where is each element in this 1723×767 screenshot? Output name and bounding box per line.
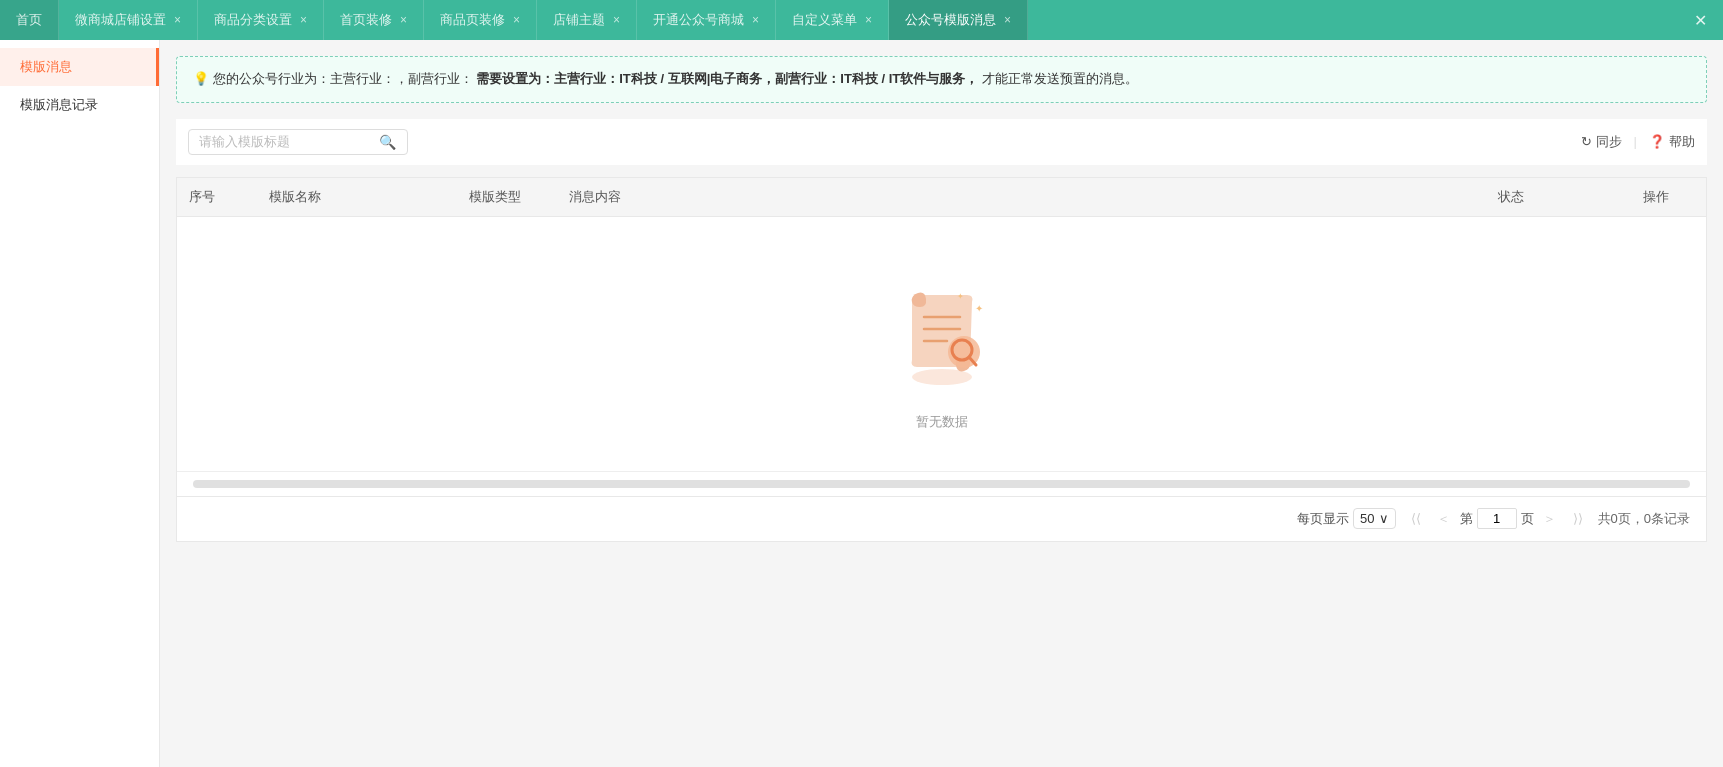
tab-custom-menu[interactable]: 自定义菜单 × [776,0,889,40]
per-page-label: 每页显示 [1297,510,1349,528]
main-layout: 模版消息 模版消息记录 💡 您的公众号行业为：主营行业：，副营行业： 需要设置为… [0,40,1723,767]
total-info: 共0页，0条记录 [1598,510,1690,528]
empty-text: 暂无数据 [916,413,968,431]
th-content: 消息内容 [557,178,1486,216]
toolbar-divider: | [1634,134,1637,149]
help-button[interactable]: ❓ 帮助 [1649,133,1695,151]
content-area: 💡 您的公众号行业为：主营行业：，副营行业： 需要设置为：主营行业：IT科技 /… [160,40,1723,767]
th-seq: 序号 [177,178,257,216]
tab-template-msg[interactable]: 公众号模版消息 × [889,0,1028,40]
search-bar: 🔍 ↻ 同步 | ❓ 帮助 [176,119,1707,165]
close-home-decor-icon[interactable]: × [400,14,407,26]
toolbar-right: ↻ 同步 | ❓ 帮助 [1581,133,1695,151]
per-page-select: 每页显示 50 ∨ [1297,508,1395,529]
tab-bar: 首页 微商城店铺设置 × 商品分类设置 × 首页装修 × 商品页装修 × 店铺主… [0,0,1723,40]
h-scrollbar[interactable] [193,480,1690,488]
tab-home[interactable]: 首页 [0,0,59,40]
last-page-button[interactable]: ⟩⟩ [1566,507,1590,531]
sidebar-item-template-log[interactable]: 模版消息记录 [0,86,159,124]
scroll-bar-area [177,471,1706,496]
page-nav: ⟨⟨ ＜ 第 页 ＞ ⟩⟩ [1404,507,1590,531]
tab-open-mall-label: 开通公众号商城 [653,11,744,29]
close-custom-menu-icon[interactable]: × [865,14,872,26]
notice-icon: 💡 [193,71,209,86]
per-page-dropdown[interactable]: 50 ∨ [1353,508,1395,529]
table-header: 序号 模版名称 模版类型 消息内容 状态 操作 [177,178,1706,217]
tab-product-page[interactable]: 商品页装修 × [424,0,537,40]
svg-point-0 [912,369,972,385]
tab-bar-close-button[interactable]: ✕ [1678,11,1723,30]
notice-box: 💡 您的公众号行业为：主营行业：，副营行业： 需要设置为：主营行业：IT科技 /… [176,56,1707,103]
tab-template-msg-label: 公众号模版消息 [905,11,996,29]
page-label-ye: 页 [1521,510,1534,528]
table-container: 序号 模版名称 模版类型 消息内容 状态 操作 [176,177,1707,542]
search-input[interactable] [199,134,379,149]
page-number-input[interactable] [1477,508,1517,529]
notice-text-suffix: 才能正常发送预置的消息。 [982,71,1138,86]
tab-wechat-shop-label: 微商城店铺设置 [75,11,166,29]
close-template-msg-icon[interactable]: × [1004,14,1011,26]
th-type: 模版类型 [457,178,557,216]
tab-shop-theme-label: 店铺主题 [553,11,605,29]
notice-text-prefix: 您的公众号行业为：主营行业：，副营行业： [213,71,473,86]
tab-wechat-shop[interactable]: 微商城店铺设置 × [59,0,198,40]
sidebar-item-template-msg-label: 模版消息 [20,59,72,74]
page-label-di: 第 [1460,510,1473,528]
sync-icon: ↻ [1581,134,1592,149]
notice-text-highlight: 需要设置为：主营行业：IT科技 / 互联网|电子商务，副营行业：IT科技 / I… [476,71,978,86]
page-input-wrap [1477,508,1517,529]
sidebar-item-template-msg[interactable]: 模版消息 [0,48,159,86]
svg-text:✦: ✦ [975,303,983,314]
tab-home-decor-label: 首页装修 [340,11,392,29]
tab-home-label: 首页 [16,11,42,29]
help-icon: ❓ [1649,134,1665,149]
close-wechat-shop-icon[interactable]: × [174,14,181,26]
sidebar-item-template-log-label: 模版消息记录 [20,97,98,112]
tab-home-decor[interactable]: 首页装修 × [324,0,424,40]
search-icon[interactable]: 🔍 [379,134,396,150]
tab-product-category-label: 商品分类设置 [214,11,292,29]
pagination: 每页显示 50 ∨ ⟨⟨ ＜ 第 页 ＞ ⟩⟩ [177,496,1706,541]
sync-label: 同步 [1596,133,1622,151]
per-page-value: 50 [1360,511,1374,526]
prev-page-button[interactable]: ＜ [1432,507,1456,531]
first-page-button[interactable]: ⟨⟨ [1404,507,1428,531]
close-product-page-icon[interactable]: × [513,14,520,26]
tab-open-mall[interactable]: 开通公众号商城 × [637,0,776,40]
close-shop-theme-icon[interactable]: × [613,14,620,26]
close-product-category-icon[interactable]: × [300,14,307,26]
th-status: 状态 [1486,178,1606,216]
tab-product-page-label: 商品页装修 [440,11,505,29]
next-page-button[interactable]: ＞ [1538,507,1562,531]
tab-product-category[interactable]: 商品分类设置 × [198,0,324,40]
search-input-wrap[interactable]: 🔍 [188,129,408,155]
tab-custom-menu-label: 自定义菜单 [792,11,857,29]
th-action: 操作 [1606,178,1706,216]
th-name: 模版名称 [257,178,457,216]
help-label: 帮助 [1669,133,1695,151]
chevron-down-icon: ∨ [1379,511,1389,526]
tab-shop-theme[interactable]: 店铺主题 × [537,0,637,40]
svg-text:✦: ✦ [957,292,964,301]
sync-button[interactable]: ↻ 同步 [1581,133,1622,151]
empty-state: ✦ ✦ 暂无数据 [177,217,1706,471]
sidebar: 模版消息 模版消息记录 [0,40,160,767]
close-open-mall-icon[interactable]: × [752,14,759,26]
empty-icon: ✦ ✦ [882,277,1002,397]
